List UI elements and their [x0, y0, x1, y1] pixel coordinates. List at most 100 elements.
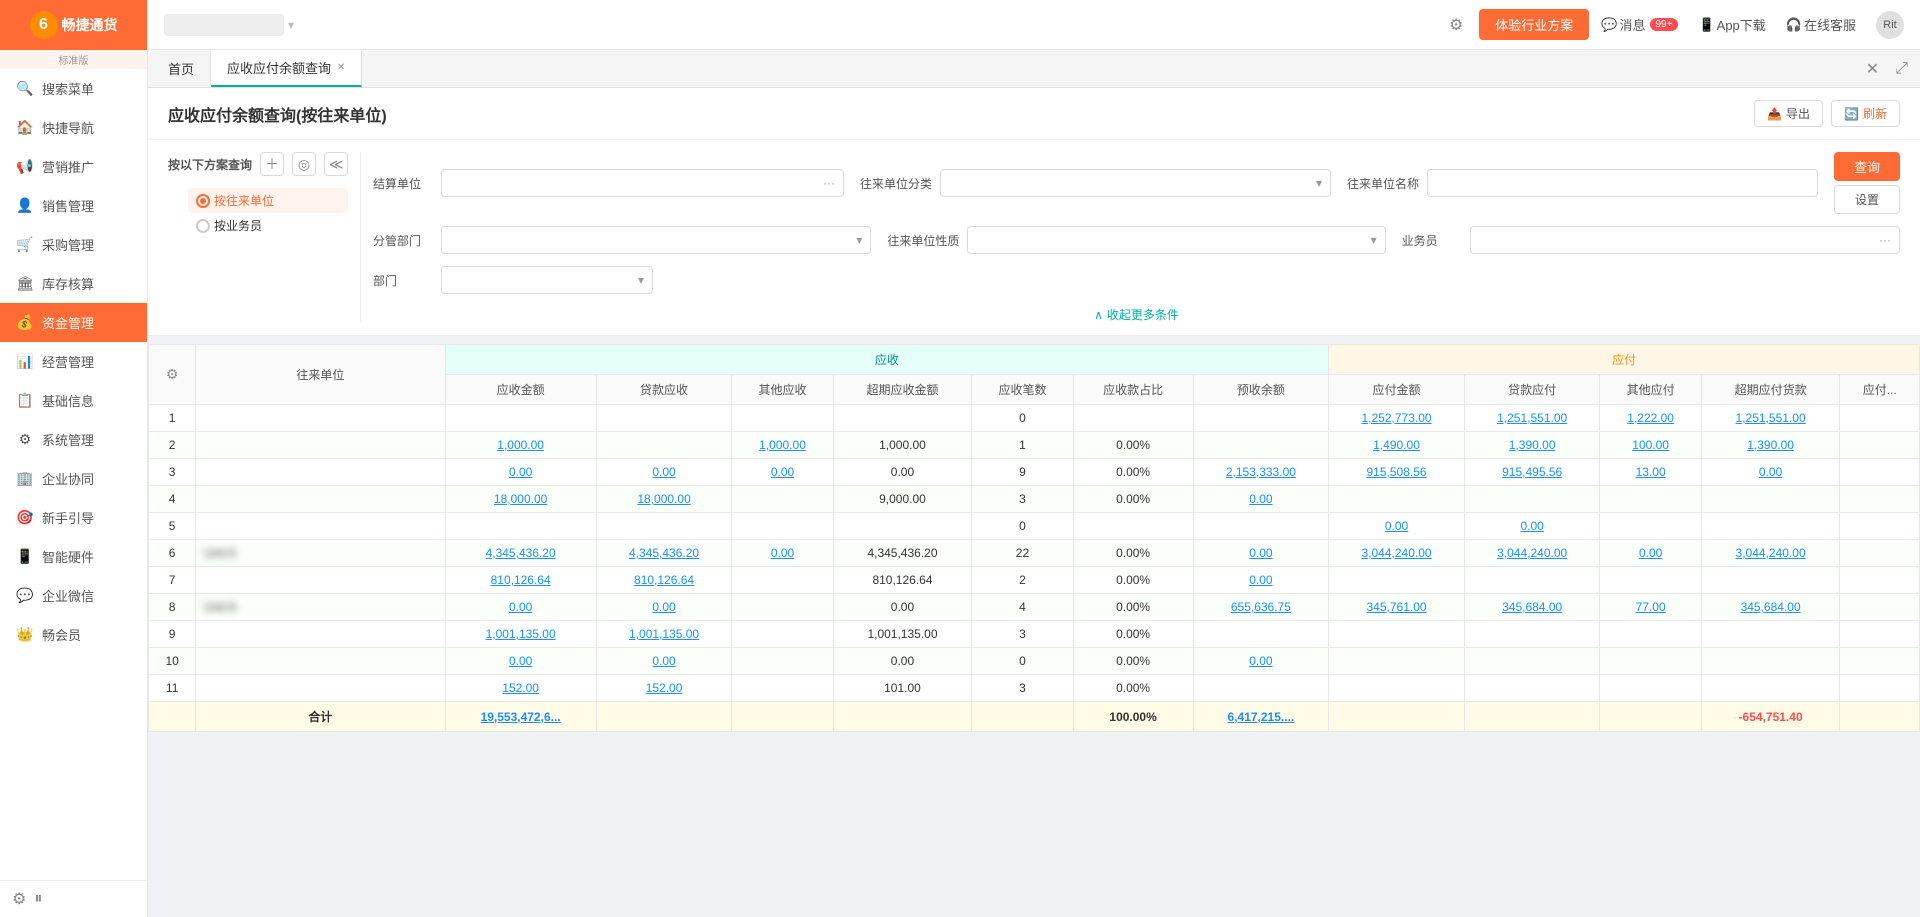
sidebar-item-enterprise[interactable]: 🏢 企业协同 [0, 459, 147, 498]
table-cell[interactable]: 915,495.56 [1464, 459, 1600, 486]
add-filter-btn[interactable]: ＋ [260, 152, 284, 176]
tab-home[interactable]: 首页 [152, 51, 211, 86]
table-cell[interactable]: 1,000.00 [445, 432, 596, 459]
table-cell[interactable]: 1,001,135.00 [596, 621, 732, 648]
table-cell[interactable]: 18,000.00 [445, 486, 596, 513]
table-cell[interactable]: 0.00 [1701, 459, 1840, 486]
sidebar-item-inventory[interactable]: 🏛 库存核算 [0, 264, 147, 303]
table-cell[interactable]: 2,153,333.00 [1193, 459, 1329, 486]
table-cell[interactable]: 1,001,135.00 [445, 621, 596, 648]
settlement-input[interactable]: ··· [441, 169, 844, 197]
table-cell[interactable]: 3,044,240.00 [1329, 540, 1465, 567]
dept-manager-input[interactable]: ▾ [441, 226, 871, 254]
table-cell[interactable]: 0.00 [1193, 567, 1329, 594]
table-cell[interactable]: 345,761.00 [1329, 594, 1465, 621]
filter-option-by-unit[interactable]: 按往来单位 [188, 188, 348, 213]
sidebar-item-search[interactable]: 🔍 搜索菜单 [0, 69, 147, 108]
sidebar-item-wechat[interactable]: 💬 企业微信 [0, 576, 147, 615]
table-cell[interactable]: 1,222.00 [1600, 405, 1701, 432]
avatar[interactable]: Rit [1876, 11, 1904, 39]
table-cell[interactable]: 345,684.00 [1464, 594, 1600, 621]
filter-field-unit-name: 往来单位名称 [1347, 169, 1818, 197]
tab-close-icon[interactable]: ✕ [337, 62, 345, 73]
table-cell[interactable]: 1,251,551.00 [1464, 405, 1600, 432]
table-cell[interactable]: 0.00 [445, 459, 596, 486]
table-cell[interactable]: 100.00 [1600, 432, 1701, 459]
table-cell[interactable]: 77.00 [1600, 594, 1701, 621]
sidebar-item-shortcut[interactable]: 🏠 快捷导航 [0, 108, 147, 147]
table-cell[interactable]: 4,345,436.20 [596, 540, 732, 567]
filter-collapse-btn[interactable]: ≪ [324, 152, 348, 176]
table-cell[interactable]: 0.00 [732, 459, 833, 486]
query-button[interactable]: 查询 [1834, 152, 1900, 181]
sidebar-item-sales[interactable]: 👤 销售管理 [0, 186, 147, 225]
table-cell: 3 [972, 486, 1073, 513]
table-cell[interactable]: 810,126.64 [596, 567, 732, 594]
table-cell[interactable]: 0.00 [1193, 486, 1329, 513]
tabbar-close-icon[interactable]: ✕ [1858, 59, 1887, 79]
table-cell[interactable]: 1,251,551.00 [1701, 405, 1840, 432]
table-cell[interactable]: 18,000.00 [596, 486, 732, 513]
table-cell[interactable]: 0.00 [445, 648, 596, 675]
salesperson-input[interactable]: ··· [1470, 226, 1900, 254]
sidebar-item-basic[interactable]: 📋 基础信息 [0, 381, 147, 420]
table-cell[interactable]: 0.00 [1193, 648, 1329, 675]
sidebar-item-hardware[interactable]: 📱 智能硬件 [0, 537, 147, 576]
table-cell[interactable]: 1,252,773.00 [1329, 405, 1465, 432]
table-cell[interactable]: 13.00 [1600, 459, 1701, 486]
inventory-icon: 🏛 [16, 275, 34, 292]
sidebar-item-management[interactable]: 📊 经营管理 [0, 342, 147, 381]
table-cell[interactable]: 3,044,240.00 [1701, 540, 1840, 567]
sidebar-item-purchase[interactable]: 🛒 采购管理 [0, 225, 147, 264]
collapse-sidebar-btn[interactable]: ⏸ [34, 890, 42, 908]
table-cell[interactable]: 1,000.00 [732, 432, 833, 459]
tabbar-expand-icon[interactable]: ⤢ [1887, 60, 1916, 78]
table-cell[interactable]: 0.00 [445, 594, 596, 621]
unit-nature-input[interactable]: ▾ [967, 226, 1385, 254]
table-cell[interactable]: 0.00 [1193, 540, 1329, 567]
table-cell[interactable]: 0.00 [1600, 540, 1701, 567]
refresh-button[interactable]: 🔄 刷新 [1831, 100, 1900, 127]
message-btn[interactable]: 💬 消息 99+ [1601, 15, 1678, 34]
export-button[interactable]: 📤 导出 [1754, 100, 1823, 127]
table-cell [1701, 486, 1840, 513]
table-cell[interactable]: 152.00 [596, 675, 732, 702]
sidebar-item-marketing[interactable]: 📢 营销推广 [0, 147, 147, 186]
filter-settings-btn[interactable]: ◎ [292, 152, 316, 176]
settings-button[interactable]: 设置 [1834, 185, 1900, 214]
table-cell [1840, 540, 1920, 567]
table-cell[interactable]: 0.00 [596, 648, 732, 675]
promo-button[interactable]: 体验行业方案 [1479, 9, 1589, 40]
collapse-more-btn[interactable]: ∧ 收起更多条件 [373, 306, 1900, 323]
app-download-btn[interactable]: 📱 App下载 [1698, 15, 1765, 34]
unit-category-input[interactable]: ▾ [940, 169, 1331, 197]
table-cell[interactable]: 0.00 [596, 459, 732, 486]
table-cell[interactable]: 0.00 [1329, 513, 1465, 540]
table-cell[interactable]: 3,044,240.00 [1464, 540, 1600, 567]
table-cell[interactable]: 345,684.00 [1701, 594, 1840, 621]
table-cell[interactable]: 0.00 [1464, 513, 1600, 540]
table-cell[interactable]: 655,636.75 [1193, 594, 1329, 621]
filter-option-by-staff[interactable]: 按业务员 [188, 213, 348, 238]
table-cell[interactable]: 1,490.00 [1329, 432, 1465, 459]
tab-ar-ap[interactable]: 应收应付余额查询 ✕ [211, 50, 362, 87]
topbar-settings-icon[interactable]: ⚙ [1449, 15, 1463, 35]
th-settings[interactable]: ⚙ [149, 345, 196, 405]
settings-bottom-icon[interactable]: ⚙ [12, 889, 26, 909]
online-service-btn[interactable]: 🎧 在线客服 [1786, 15, 1856, 34]
table-cell[interactable]: 4,345,436.20 [445, 540, 596, 567]
table-cell[interactable]: 0.00 [732, 540, 833, 567]
dept-input[interactable]: ▾ [441, 266, 653, 294]
sidebar-item-guide[interactable]: 🎯 新手引导 [0, 498, 147, 537]
table-cell[interactable]: 915,508.56 [1329, 459, 1465, 486]
table-cell[interactable]: 1,390.00 [1464, 432, 1600, 459]
sidebar-item-system[interactable]: ⚙ 系统管理 [0, 420, 147, 459]
sidebar-item-vip[interactable]: 👑 畅会员 [0, 615, 147, 654]
table-cell[interactable]: 0.00 [596, 594, 732, 621]
table-cell[interactable]: 810,126.64 [445, 567, 596, 594]
table-cell[interactable]: 152.00 [445, 675, 596, 702]
sidebar-item-finance[interactable]: 💰 资金管理 [0, 303, 147, 342]
table-settings-icon[interactable]: ⚙ [166, 366, 179, 382]
table-cell[interactable]: 1,390.00 [1701, 432, 1840, 459]
unit-name-input[interactable] [1427, 169, 1818, 197]
